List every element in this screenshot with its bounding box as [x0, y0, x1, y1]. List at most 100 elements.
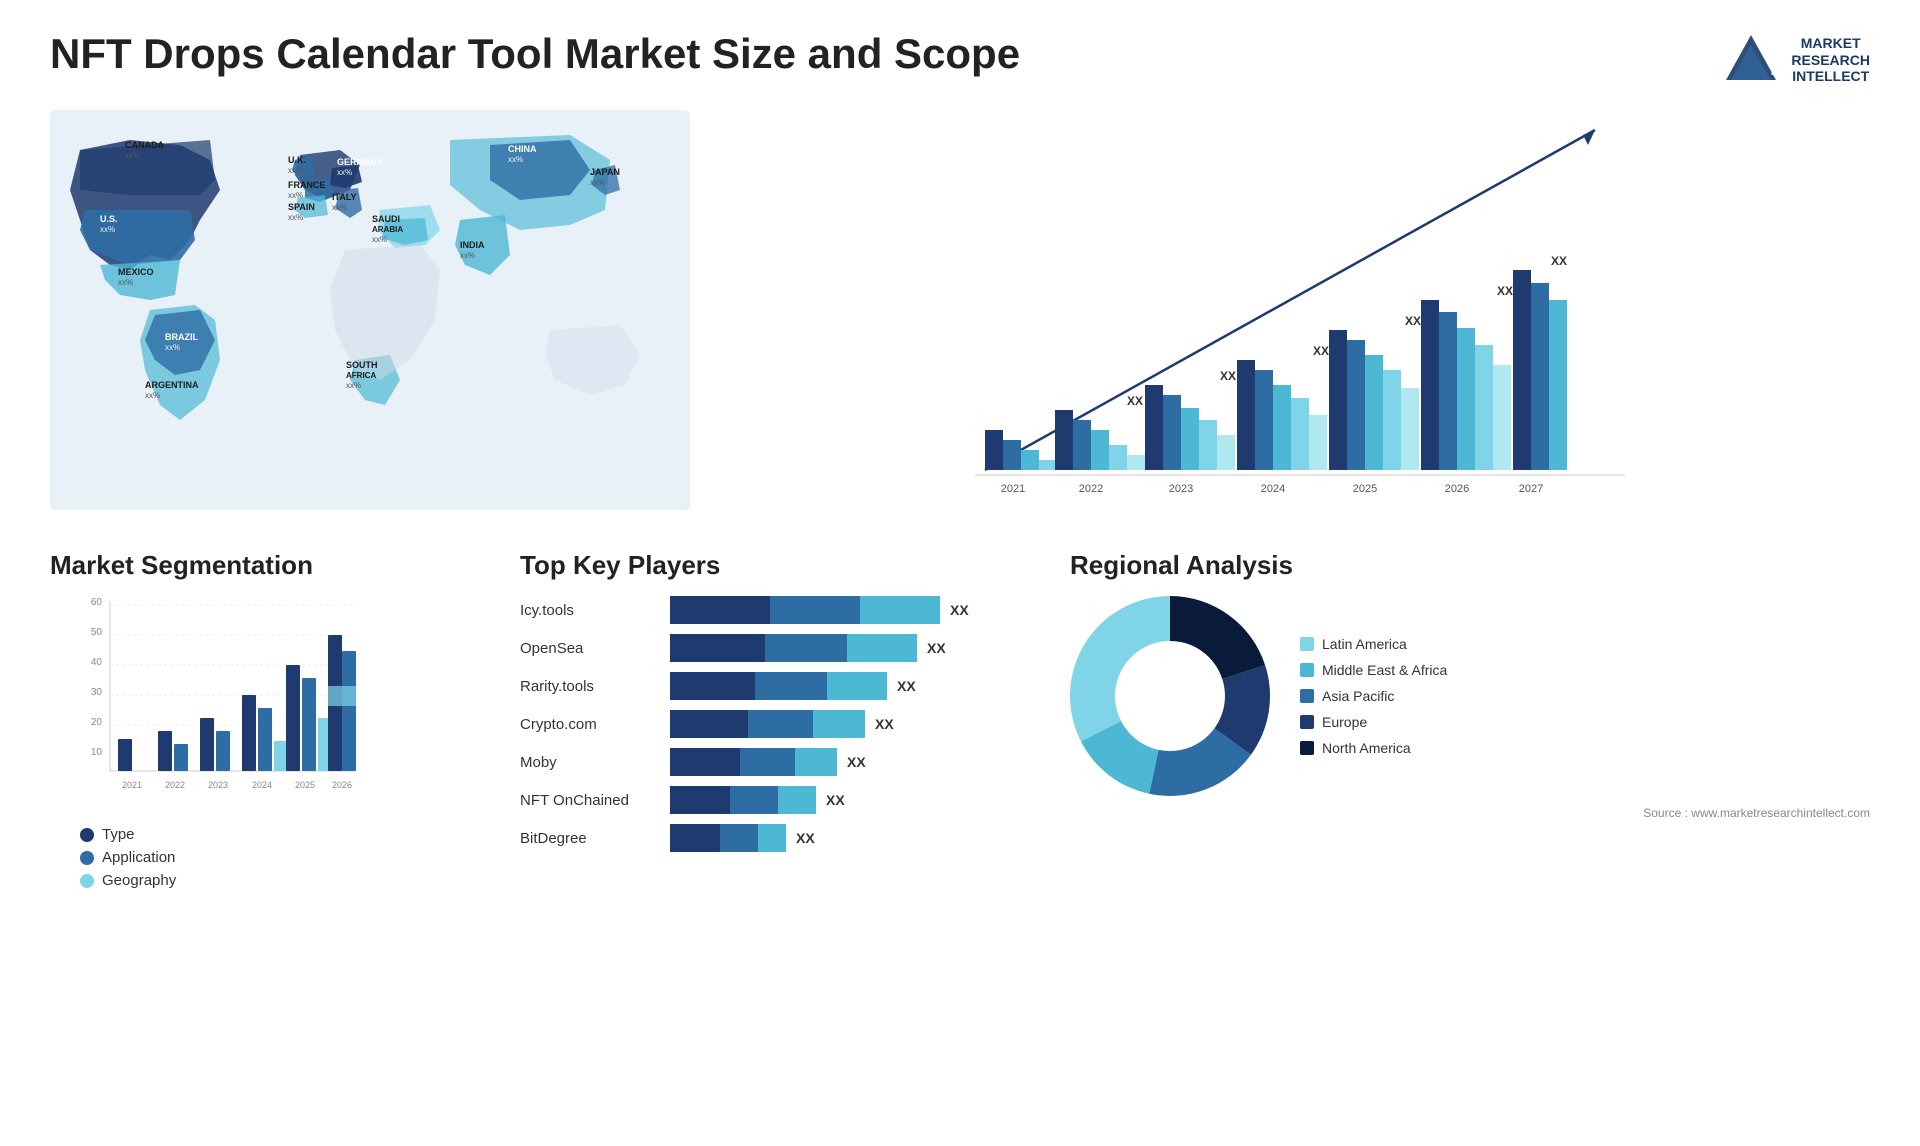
svg-text:xx%: xx%	[372, 235, 387, 244]
bar-seg2	[740, 748, 795, 776]
svg-text:30: 30	[91, 687, 103, 698]
svg-text:2021: 2021	[1001, 483, 1025, 495]
player-bar-container: XX	[670, 748, 866, 776]
bar-seg2	[755, 672, 827, 700]
segmentation-chart: 60 50 40 30 20 10	[80, 596, 360, 806]
bar-seg3	[813, 710, 865, 738]
legend-color-asia	[1300, 689, 1314, 703]
player-bar-container: XX	[670, 634, 946, 662]
legend-type-dot	[80, 828, 94, 842]
segmentation-section: Market Segmentation 60 50 40 30 20	[50, 550, 490, 889]
logo: M MARKET RESEARCH INTELLECT	[1721, 30, 1870, 90]
svg-text:ARABIA: ARABIA	[372, 225, 403, 234]
legend-geography-dot	[80, 874, 94, 888]
players-section: Top Key Players Icy.tools XX	[520, 550, 1040, 889]
svg-text:2025: 2025	[1353, 483, 1377, 495]
svg-text:XX: XX	[1313, 344, 1329, 358]
svg-text:2025: 2025	[295, 780, 315, 790]
players-title: Top Key Players	[520, 550, 1040, 581]
bar-seg1	[670, 596, 770, 624]
player-bar	[670, 596, 940, 624]
player-row: Icy.tools XX	[520, 596, 1040, 624]
player-bar	[670, 634, 917, 662]
svg-text:2023: 2023	[1169, 483, 1193, 495]
svg-text:FRANCE: FRANCE	[288, 180, 326, 190]
player-label: XX	[927, 640, 946, 656]
player-bar-container: XX	[670, 596, 969, 624]
svg-text:xx%: xx%	[165, 343, 180, 352]
legend-type: Type	[80, 826, 490, 843]
svg-text:xx%: xx%	[125, 151, 140, 160]
svg-text:xx%: xx%	[288, 166, 303, 175]
player-name: BitDegree	[520, 830, 660, 847]
bar-seg1	[670, 710, 748, 738]
bar-seg3	[860, 596, 940, 624]
donut-container: Latin America Middle East & Africa Asia …	[1070, 596, 1870, 796]
svg-text:xx%: xx%	[288, 213, 303, 222]
map-section: CANADA xx% U.S. xx% MEXICO xx% BRAZIL xx…	[50, 110, 700, 530]
bar-seg1	[670, 672, 755, 700]
bar-seg1	[670, 634, 765, 662]
svg-text:60: 60	[91, 597, 103, 608]
player-bar-container: XX	[670, 786, 845, 814]
svg-text:CHINA: CHINA	[508, 144, 537, 154]
svg-text:xx%: xx%	[288, 191, 303, 200]
svg-text:xx%: xx%	[590, 178, 605, 187]
player-label: XX	[826, 792, 845, 808]
player-label: XX	[796, 830, 815, 846]
svg-text:xx%: xx%	[332, 203, 347, 212]
player-bar	[670, 786, 816, 814]
world-map-svg: CANADA xx% U.S. xx% MEXICO xx% BRAZIL xx…	[50, 110, 690, 510]
segmentation-title: Market Segmentation	[50, 550, 490, 581]
player-name: NFT OnChained	[520, 792, 660, 809]
player-label: XX	[897, 678, 916, 694]
bar-seg2	[720, 824, 758, 852]
player-row: Rarity.tools XX	[520, 672, 1040, 700]
svg-text:XX: XX	[1220, 369, 1236, 383]
svg-text:xx%: xx%	[460, 251, 475, 260]
player-name: Crypto.com	[520, 716, 660, 733]
svg-text:40: 40	[91, 657, 103, 668]
legend-application: Application	[80, 849, 490, 866]
bar-seg3	[758, 824, 786, 852]
svg-text:2026: 2026	[332, 780, 352, 790]
logo-icon: M	[1721, 30, 1781, 90]
svg-text:M: M	[1771, 68, 1778, 77]
svg-text:xx%: xx%	[508, 155, 523, 164]
svg-text:SAUDI: SAUDI	[372, 214, 400, 224]
svg-text:AFRICA: AFRICA	[346, 371, 376, 380]
legend-color-latin	[1300, 637, 1314, 651]
svg-text:ITALY: ITALY	[332, 192, 357, 202]
player-bar	[670, 824, 786, 852]
bar-seg3	[847, 634, 917, 662]
player-label: XX	[847, 754, 866, 770]
svg-text:XX: XX	[1127, 394, 1143, 408]
donut-svg	[1070, 596, 1270, 796]
svg-text:INDIA: INDIA	[460, 240, 485, 250]
svg-text:xx%: xx%	[118, 278, 133, 287]
player-bar	[670, 710, 865, 738]
svg-text:XX: XX	[1405, 314, 1421, 328]
player-row: OpenSea XX	[520, 634, 1040, 662]
player-name: OpenSea	[520, 640, 660, 657]
svg-text:2021: 2021	[122, 780, 142, 790]
header: NFT Drops Calendar Tool Market Size and …	[50, 30, 1870, 90]
bar-seg2	[770, 596, 860, 624]
player-row: NFT OnChained XX	[520, 786, 1040, 814]
player-label: XX	[950, 602, 969, 618]
svg-text:ARGENTINA: ARGENTINA	[145, 380, 199, 390]
svg-text:xx%: xx%	[145, 391, 160, 400]
donut-chart	[1070, 596, 1270, 796]
svg-text:JAPAN: JAPAN	[590, 167, 620, 177]
svg-text:CANADA: CANADA	[125, 140, 164, 150]
bar-seg2	[765, 634, 847, 662]
svg-text:U.K.: U.K.	[288, 155, 306, 165]
legend-middle-east-africa: Middle East & Africa	[1300, 662, 1447, 678]
legend-europe: Europe	[1300, 714, 1447, 730]
svg-text:xx%: xx%	[337, 168, 352, 177]
svg-text:2024: 2024	[1261, 483, 1285, 495]
svg-text:2022: 2022	[1079, 483, 1103, 495]
svg-text:SOUTH: SOUTH	[346, 360, 378, 370]
svg-text:2022: 2022	[165, 780, 185, 790]
legend-asia-pacific: Asia Pacific	[1300, 688, 1447, 704]
